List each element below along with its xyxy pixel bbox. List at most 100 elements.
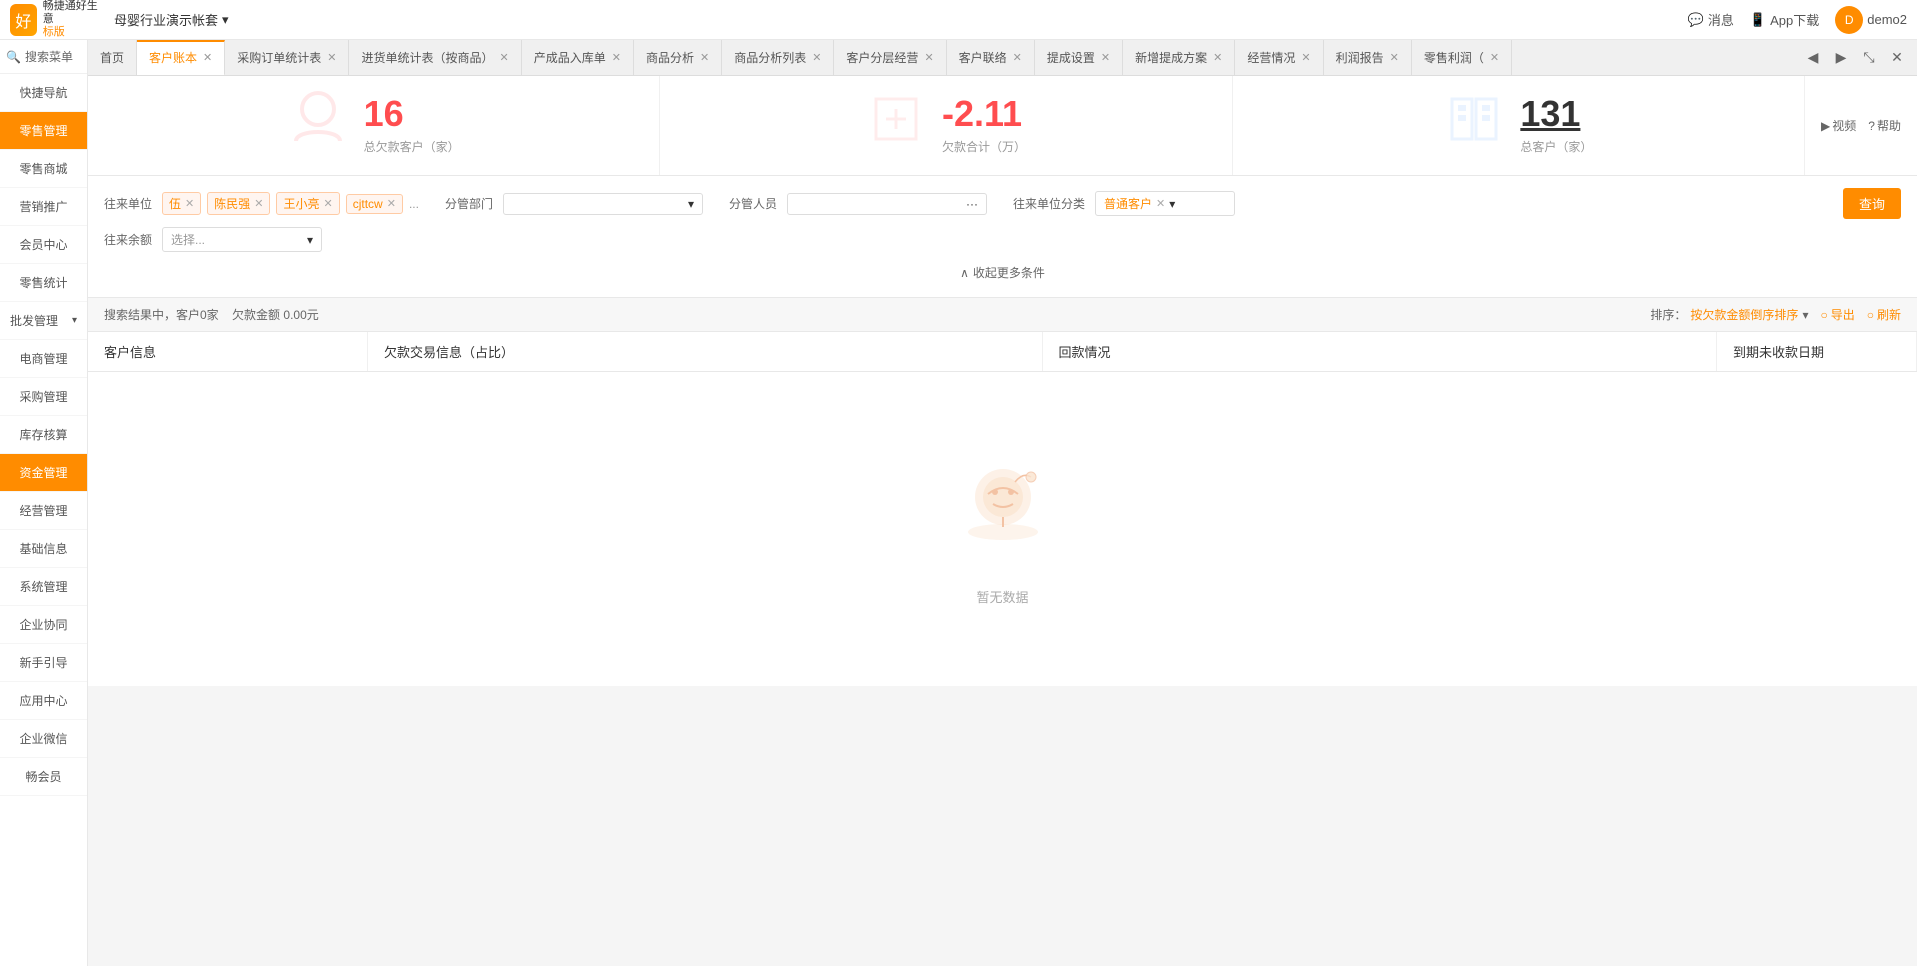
more-options-icon: ··· [966, 197, 978, 211]
main-content: 16 总欠款客户（家） -2.11 欠款合计（万） [88, 76, 1917, 966]
tab-new-raise-plan[interactable]: 新增提成方案 ✕ [1123, 40, 1235, 76]
remove-tag-1[interactable]: ✕ [254, 197, 263, 210]
remove-classify-tag[interactable]: ✕ [1156, 197, 1165, 210]
tab-close-icon[interactable]: ✕ [1101, 51, 1110, 64]
sidebar-item-retail-mall[interactable]: 零售商城 [0, 150, 87, 188]
app-download-button[interactable]: 📱 App下载 [1750, 10, 1819, 29]
tab-close-icon[interactable]: ✕ [1213, 51, 1222, 64]
help-link[interactable]: ? 帮助 [1868, 117, 1901, 134]
user-menu[interactable]: D demo2 [1835, 6, 1907, 34]
tab-close-icon[interactable]: ✕ [1013, 51, 1022, 64]
tab-close-icon[interactable]: ✕ [1390, 51, 1399, 64]
sidebar-item-retail-mgmt[interactable]: 零售管理 [0, 112, 87, 150]
branch-dept-label: 分管部门 [445, 195, 493, 212]
sidebar-item-wholesale-mgmt[interactable]: 批发管理 ▾ [0, 302, 87, 340]
tab-close-icon[interactable]: ✕ [924, 51, 933, 64]
sidebar-item-inventory[interactable]: 库存核算 [0, 416, 87, 454]
sidebar-item-enterprise-wechat[interactable]: 企业微信 [0, 720, 87, 758]
tab-purchase-order[interactable]: 采购订单统计表 ✕ [225, 40, 349, 76]
export-button[interactable]: ○ 导出 [1820, 306, 1854, 323]
refresh-button[interactable]: ○ 刷新 [1867, 306, 1901, 323]
sidebar-item-ecommerce[interactable]: 电商管理 [0, 340, 87, 378]
collapse-icon: ∧ [960, 266, 969, 280]
filter-more-btn[interactable]: ... [409, 197, 419, 211]
branch-dept-select[interactable]: ▾ [503, 193, 703, 215]
tab-customer-contact[interactable]: 客户联络 ✕ [947, 40, 1035, 76]
sidebar-item-retail-stats[interactable]: 零售统计 [0, 264, 87, 302]
trade-unit-classify-select[interactable]: 普通客户 ✕ ▾ [1095, 191, 1235, 216]
message-button[interactable]: 💬 消息 [1688, 10, 1734, 29]
sidebar-item-quick-nav[interactable]: 快捷导航 [0, 74, 87, 112]
tab-close-icon[interactable]: ✕ [327, 51, 336, 64]
sidebar-item-basic-info[interactable]: 基础信息 [0, 530, 87, 568]
tab-close-icon[interactable]: ✕ [500, 51, 509, 64]
collapse-button[interactable]: ∧ 收起更多条件 [104, 260, 1901, 285]
chevron-down-icon: ▾ [222, 12, 229, 28]
filter-row-1: 往来单位 伍 ✕ 陈民强 ✕ 王小亮 ✕ cjttcw ✕ ... [104, 188, 1901, 219]
result-sort: 排序： 按欠款金额倒序排序 ▾ [1650, 306, 1808, 323]
tab-product-analysis-list[interactable]: 商品分析列表 ✕ [722, 40, 834, 76]
tab-close-icon[interactable]: ✕ [612, 51, 621, 64]
sidebar-item-purchase-mgmt[interactable]: 采购管理 [0, 378, 87, 416]
credit-amount-label: 欠款合计（万） [942, 138, 1026, 155]
sidebar-item-biz-mgmt[interactable]: 经营管理 [0, 492, 87, 530]
tab-biz-status[interactable]: 经营情况 ✕ [1235, 40, 1323, 76]
tab-customer-book[interactable]: 客户账本 ✕ [137, 40, 225, 76]
sidebar-item-finance-mgmt[interactable]: 资金管理 [0, 454, 87, 492]
tab-close-icon[interactable]: ✕ [1301, 51, 1310, 64]
expand-icon: ▾ [72, 315, 77, 326]
th-repayment: 回款情况 [1043, 332, 1718, 371]
remove-tag-0[interactable]: ✕ [185, 197, 194, 210]
remove-tag-3[interactable]: ✕ [387, 197, 396, 210]
branch-person-select[interactable]: ··· [787, 193, 987, 215]
video-link[interactable]: ▶ 视频 [1821, 117, 1856, 134]
tab-home[interactable]: 首页 [88, 40, 137, 76]
sidebar-item-vip[interactable]: 畅会员 [0, 758, 87, 796]
sidebar-search[interactable]: 🔍 搜索菜单 [0, 40, 87, 74]
filter-tag-0: 伍 ✕ [162, 192, 201, 215]
tab-close-icon[interactable]: ✕ [812, 51, 821, 64]
remove-tag-2[interactable]: ✕ [324, 197, 333, 210]
tab-close-all-button[interactable]: ✕ [1885, 46, 1909, 70]
tab-cost-inbound[interactable]: 产成品入库单 ✕ [522, 40, 634, 76]
empty-state: 暂无数据 [88, 372, 1917, 686]
result-bar: 搜索结果中，客户0家 欠款金额 0.00元 排序： 按欠款金额倒序排序 ▾ ○ … [88, 298, 1917, 332]
sidebar-item-system-mgmt[interactable]: 系统管理 [0, 568, 87, 606]
sidebar-item-app-center[interactable]: 应用中心 [0, 682, 87, 720]
sidebar-item-enterprise-coop[interactable]: 企业协同 [0, 606, 87, 644]
tab-profit-report[interactable]: 利润报告 ✕ [1324, 40, 1412, 76]
tab-close-icon[interactable]: ✕ [1490, 51, 1499, 64]
credit-amount-value: -2.11 [942, 96, 1026, 132]
tab-fullscreen-button[interactable]: ⤡ [1857, 46, 1881, 70]
export-icon: ○ [1820, 308, 1827, 322]
tab-customer-tier[interactable]: 客户分层经营 ✕ [834, 40, 946, 76]
sidebar-item-new-guide[interactable]: 新手引导 [0, 644, 87, 682]
balance-select[interactable]: 选择... ▾ [162, 227, 322, 252]
total-customers-value: 131 [1520, 96, 1592, 132]
trade-unit-classify-label: 往来单位分类 [1013, 195, 1085, 212]
message-icon: 💬 [1688, 12, 1704, 28]
empty-icon [953, 452, 1053, 571]
filter-row-2: 往来余额 选择... ▾ [104, 227, 1901, 252]
sort-label: 排序： [1650, 306, 1686, 323]
credit-customer-icon [288, 89, 348, 149]
tab-raise-settings[interactable]: 提成设置 ✕ [1035, 40, 1123, 76]
sort-link[interactable]: 按欠款金额倒序排序 [1690, 306, 1798, 323]
tab-prev-button[interactable]: ◀ [1801, 46, 1825, 70]
tab-product-analysis[interactable]: 商品分析 ✕ [634, 40, 722, 76]
sidebar-item-marketing[interactable]: 营销推广 [0, 188, 87, 226]
filter-area: 往来单位 伍 ✕ 陈民强 ✕ 王小亮 ✕ cjttcw ✕ ... [88, 176, 1917, 298]
tab-close-icon[interactable]: ✕ [700, 51, 709, 64]
stat-credit-amount: -2.11 欠款合计（万） [660, 76, 1232, 175]
tab-close-icon[interactable]: ✕ [203, 51, 212, 64]
tab-inbound-stats[interactable]: 进货单统计表（按商品） ✕ [349, 40, 521, 76]
sidebar-item-member-center[interactable]: 会员中心 [0, 226, 87, 264]
top-header: 好 畅捷通好生意 标版 母婴行业演示帐套 ▾ 💬 消息 📱 App下载 D de… [0, 0, 1917, 40]
tab-retail-profit[interactable]: 零售利润（ ✕ [1412, 40, 1512, 76]
tab-next-button[interactable]: ▶ [1829, 46, 1853, 70]
filter-tags: 伍 ✕ 陈民强 ✕ 王小亮 ✕ cjttcw ✕ ... [162, 192, 419, 215]
query-button[interactable]: 查询 [1843, 188, 1901, 219]
refresh-icon: ○ [1867, 308, 1874, 322]
store-selector[interactable]: 母婴行业演示帐套 ▾ [106, 6, 237, 33]
branch-person-label: 分管人员 [729, 195, 777, 212]
